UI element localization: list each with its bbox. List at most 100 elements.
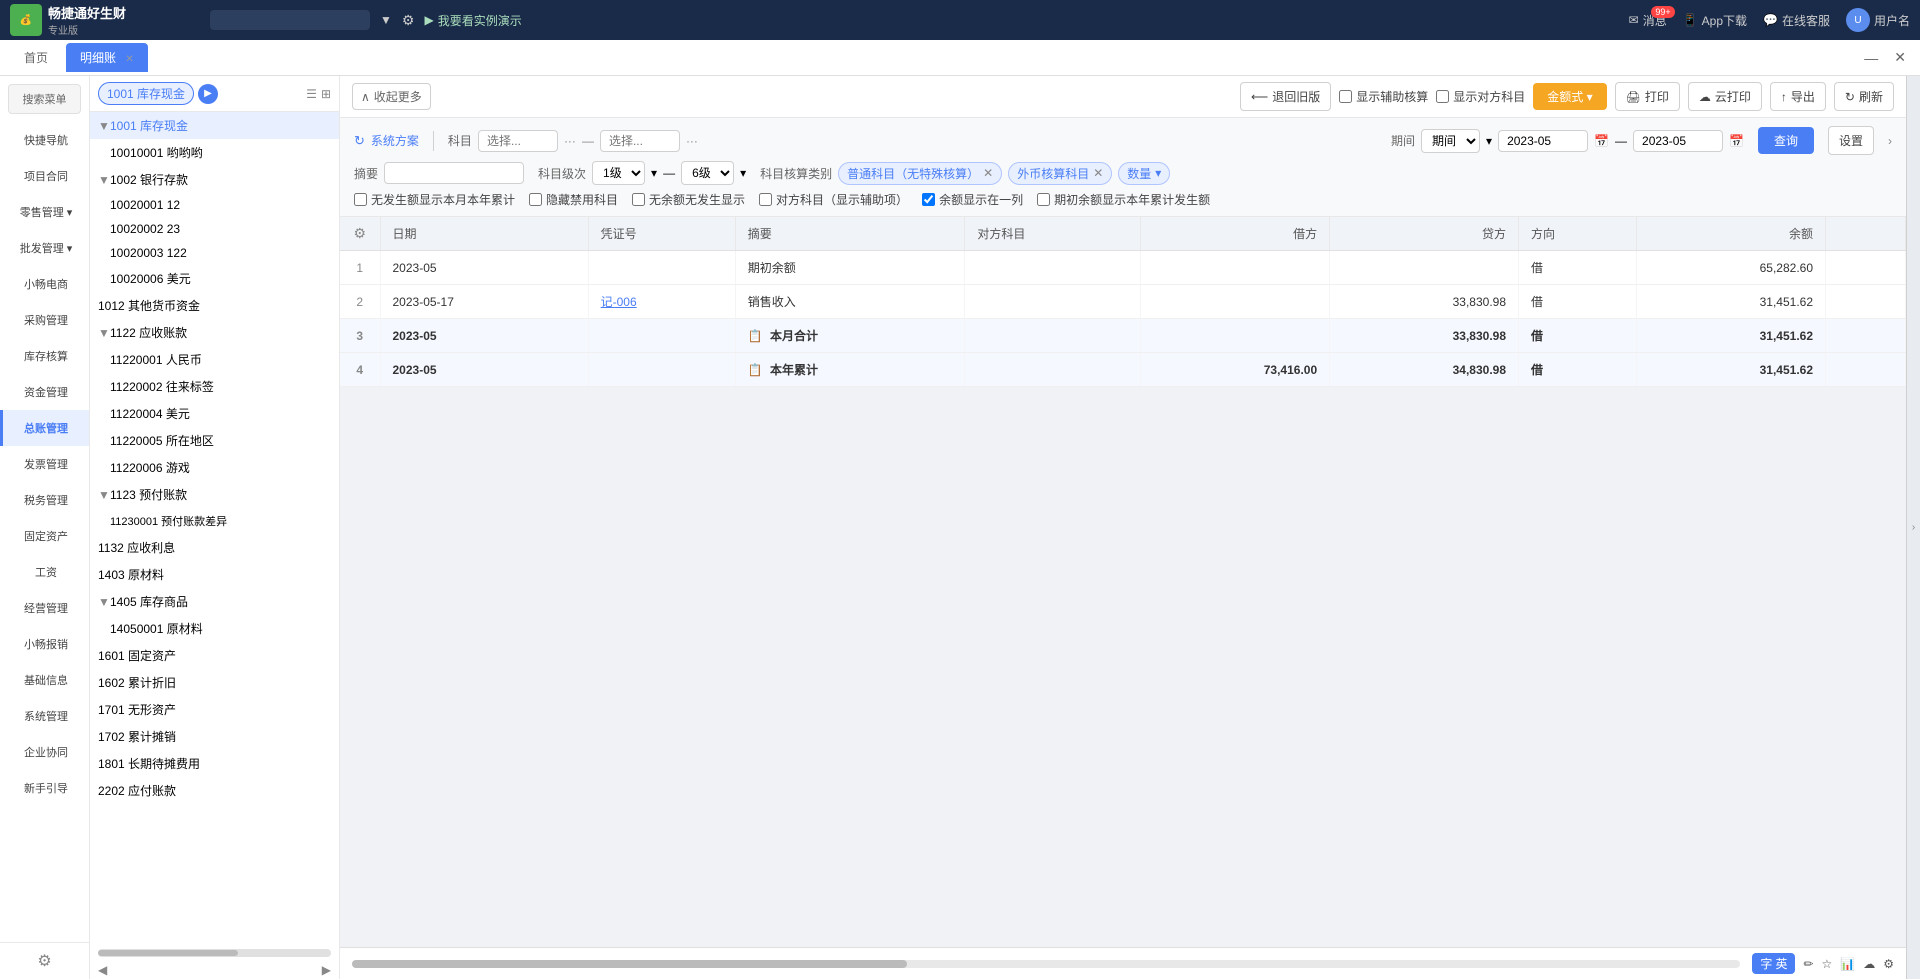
cb-balance-one-col-input[interactable] — [922, 193, 935, 206]
type-tag-quantity-dropdown[interactable]: ▾ — [1155, 166, 1161, 180]
tree-item-1801[interactable]: 1801 长期待摊费用 — [90, 750, 339, 777]
scroll-left-btn[interactable]: ◀ — [98, 963, 107, 977]
period-to-input[interactable] — [1633, 130, 1723, 152]
period-calendar-icon-to[interactable]: 📅 — [1729, 134, 1744, 148]
tree-item-1012[interactable]: 1012 其他货币资金 — [90, 292, 339, 319]
tree-item-11220004[interactable]: 11220004 美元 — [90, 400, 339, 427]
tree-item-11220005[interactable]: 11220005 所在地区 — [90, 427, 339, 454]
tree-item-1405[interactable]: ▼ 1405 库存商品 — [90, 588, 339, 615]
filter-right-toggle[interactable]: › — [1888, 134, 1892, 148]
sidebar-item-tax-mgmt[interactable]: 税务管理 — [0, 482, 89, 518]
show-aux-calc-checkbox[interactable]: 显示辅助核算 — [1339, 88, 1428, 105]
cb-no-balance-input[interactable] — [632, 193, 645, 206]
tree-item-10020003[interactable]: 10020003 122 — [90, 241, 339, 265]
sidebar-item-retail-mgmt[interactable]: 零售管理 ▾ — [0, 194, 89, 230]
cloud-print-btn[interactable]: ☁ 云打印 — [1688, 82, 1762, 111]
show-aux-calc-input[interactable] — [1339, 90, 1352, 103]
type-tag-normal-close[interactable]: ✕ — [983, 166, 993, 180]
print-btn[interactable]: 🖨 打印 — [1615, 82, 1680, 111]
bottom-icon-1[interactable]: ✏ — [1803, 957, 1813, 971]
app-download-btn[interactable]: 📱 App下载 — [1683, 12, 1747, 29]
top-gear-btn[interactable]: ⚙ — [402, 12, 415, 29]
tree-item-10010001[interactable]: 10010001 哟哟哟 — [90, 139, 339, 166]
sidebar-item-fund-mgmt[interactable]: 资金管理 — [0, 374, 89, 410]
cb-no-balance[interactable]: 无余额无发生显示 — [632, 191, 745, 208]
show-opposite-account-checkbox[interactable]: 显示对方科目 — [1436, 88, 1525, 105]
sidebar-item-general-ledger[interactable]: 总账管理 — [0, 410, 89, 446]
tree-item-1701[interactable]: 1701 无形资产 — [90, 696, 339, 723]
tree-item-1403[interactable]: 1403 原材料 — [90, 561, 339, 588]
cb-init-balance-input[interactable] — [1037, 193, 1050, 206]
tree-item-10020006[interactable]: 10020006 美元 — [90, 265, 339, 292]
tree-item-1601[interactable]: 1601 固定资产 — [90, 642, 339, 669]
show-opposite-account-input[interactable] — [1436, 90, 1449, 103]
level-to-select[interactable]: 6级 — [681, 161, 734, 185]
tab-minimize-btn[interactable]: — — [1860, 47, 1882, 68]
summary-input[interactable] — [384, 162, 524, 184]
voucher-link-006[interactable]: 记-006 — [601, 295, 637, 309]
subject-input[interactable] — [478, 130, 558, 152]
gold-format-btn[interactable]: 金额式 ▾ — [1533, 83, 1606, 110]
sidebar-item-ops-mgmt[interactable]: 经营管理 — [0, 590, 89, 626]
sidebar-item-inventory-check[interactable]: 库存核算 — [0, 338, 89, 374]
sidebar-item-new-guide[interactable]: 新手引导 — [0, 770, 89, 806]
table-settings-icon[interactable]: ⚙ — [353, 225, 366, 241]
sidebar-item-report[interactable]: 小畅报销 — [0, 626, 89, 662]
cb-init-balance[interactable]: 期初余额显示本年累计发生额 — [1037, 191, 1210, 208]
settings-gear-btn[interactable]: ⚙ — [8, 951, 81, 971]
period-type-select[interactable]: 期间 — [1421, 129, 1480, 153]
sidebar-item-ecom[interactable]: 小畅电商 — [0, 266, 89, 302]
bottom-icon-4[interactable]: ☁ — [1863, 957, 1875, 971]
tree-item-1123[interactable]: ▼ 1123 预付账款 — [90, 481, 339, 508]
subject-more-icon[interactable]: ··· — [564, 134, 576, 148]
type-tag-foreign-close[interactable]: ✕ — [1093, 166, 1103, 180]
sidebar-item-fixed-assets[interactable]: 固定资产 — [0, 518, 89, 554]
tree-item-11230001[interactable]: 11230001 预付账款差异 — [90, 508, 339, 534]
sidebar-item-wholesale-mgmt[interactable]: 批发管理 ▾ — [0, 230, 89, 266]
cb-hide-disabled-input[interactable] — [529, 193, 542, 206]
th-settings[interactable]: ⚙ — [340, 217, 380, 251]
tab-close-all-btn[interactable]: ✕ — [1890, 47, 1910, 68]
lang-btn[interactable]: 字 英 — [1752, 953, 1795, 974]
tab-ledger-close[interactable]: ✕ — [125, 54, 133, 65]
tree-item-1602[interactable]: 1602 累计折旧 — [90, 669, 339, 696]
demo-btn[interactable]: ▶ 我要看实例演示 — [424, 12, 521, 29]
export-btn[interactable]: ↑ 导出 — [1770, 82, 1826, 111]
cb-no-amount-input[interactable] — [354, 193, 367, 206]
tree-item-2202[interactable]: 2202 应付账款 — [90, 777, 339, 804]
scheme-label[interactable]: 系统方案 — [371, 132, 419, 149]
sidebar-item-sys-mgmt[interactable]: 系统管理 — [0, 698, 89, 734]
top-search-input[interactable] — [210, 10, 370, 30]
cb-no-amount[interactable]: 无发生额显示本月本年累计 — [354, 191, 515, 208]
tree-item-1132[interactable]: 1132 应收利息 — [90, 534, 339, 561]
sidebar-item-quick-nav[interactable]: 快捷导航 — [0, 122, 89, 158]
tree-collapse-btn[interactable]: ⊞ — [321, 87, 331, 101]
tree-item-10020002[interactable]: 10020002 23 — [90, 217, 339, 241]
tree-list-btn[interactable]: ☰ — [306, 87, 317, 101]
setting-btn[interactable]: 设置 — [1828, 126, 1874, 155]
sidebar-item-enterprise-coop[interactable]: 企业协同 — [0, 734, 89, 770]
row-2-voucher[interactable]: 记-006 — [588, 285, 735, 319]
cb-opposite-account[interactable]: 对方科目（显示辅助项） — [759, 191, 908, 208]
refresh-btn[interactable]: ↻ 刷新 — [1834, 82, 1894, 111]
sidebar-item-basic-info[interactable]: 基础信息 — [0, 662, 89, 698]
cb-balance-one-col[interactable]: 余额显示在一列 — [922, 191, 1023, 208]
bottom-icon-2[interactable]: ☆ — [1822, 957, 1833, 971]
tree-item-11220006[interactable]: 11220006 游戏 — [90, 454, 339, 481]
message-btn[interactable]: ✉ 消息 99+ — [1629, 12, 1667, 29]
tree-item-11220001[interactable]: 11220001 人民币 — [90, 346, 339, 373]
return-old-btn[interactable]: ⟵ 退回旧版 — [1240, 82, 1331, 111]
tree-scrollbar[interactable] — [98, 949, 331, 957]
tree-item-1702[interactable]: 1702 累计摊销 — [90, 723, 339, 750]
bottom-icon-5[interactable]: ⚙ — [1883, 957, 1894, 971]
tree-item-1122[interactable]: ▼ 1122 应收账款 — [90, 319, 339, 346]
bottom-icon-3[interactable]: 📊 — [1840, 957, 1855, 971]
level-from-select[interactable]: 1级 — [592, 161, 645, 185]
period-from-input[interactable] — [1498, 130, 1588, 152]
expand-filter-btn[interactable]: ∧ 收起更多 — [352, 83, 431, 110]
sidebar-item-salary[interactable]: 工资 — [0, 554, 89, 590]
sidebar-item-project-contract[interactable]: 项目合同 — [0, 158, 89, 194]
subject-end-more-icon[interactable]: ··· — [686, 134, 698, 148]
tree-item-14050001[interactable]: 14050001 原材料 — [90, 615, 339, 642]
subject-end-input[interactable] — [600, 130, 680, 152]
